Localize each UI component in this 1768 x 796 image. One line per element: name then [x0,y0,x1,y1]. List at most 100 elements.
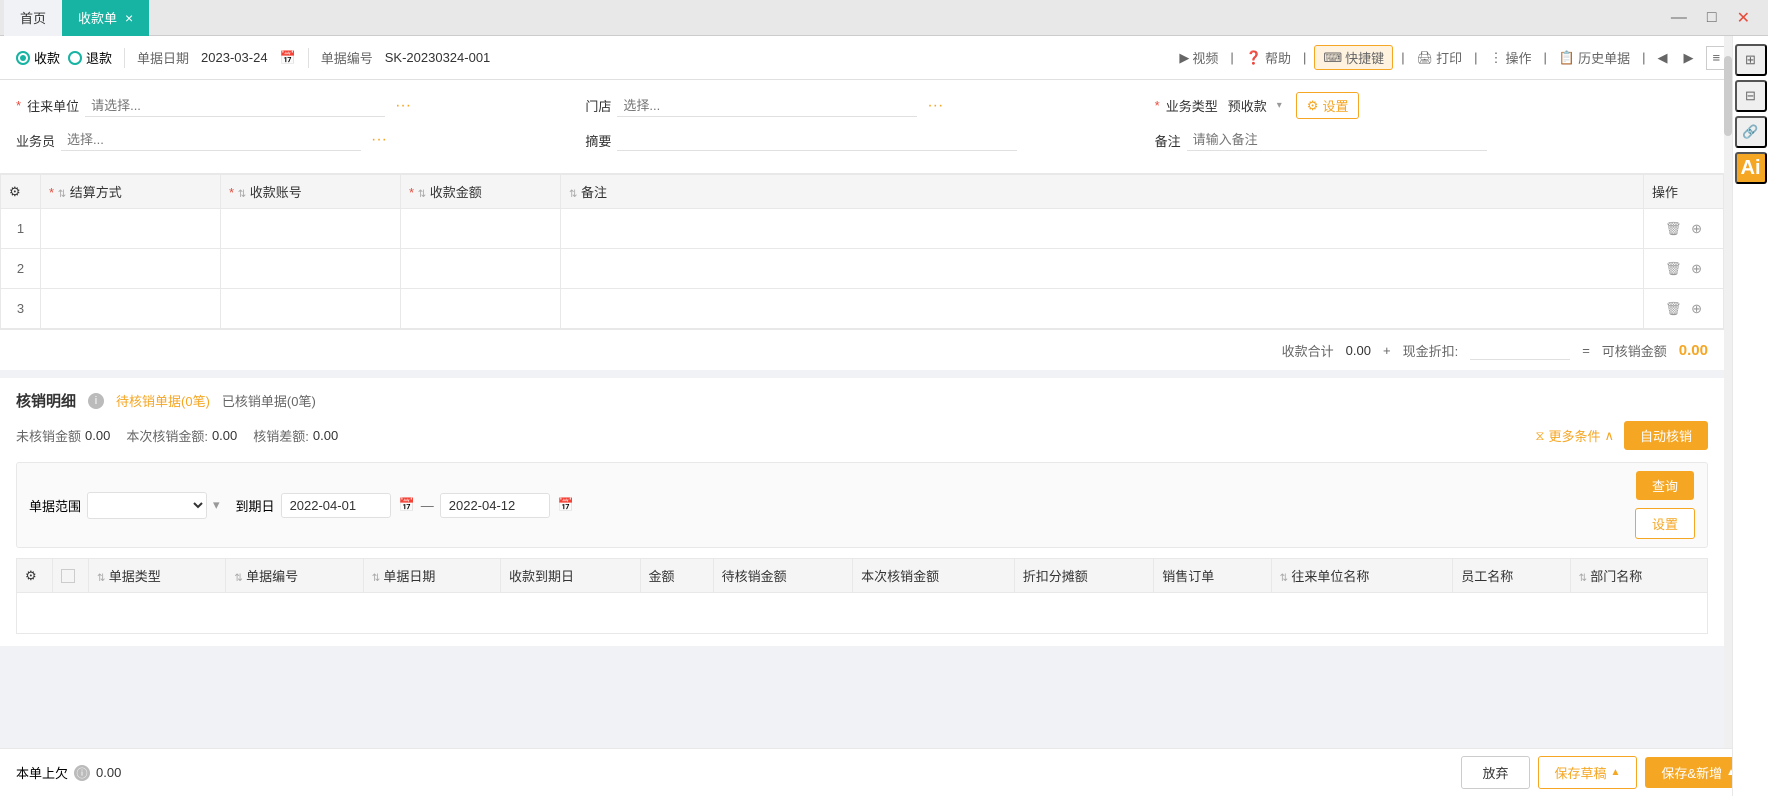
sort-counterparty-icon[interactable]: ⇅ [1280,573,1288,584]
settlement-cell-3[interactable] [41,289,221,329]
date-to-input[interactable] [440,493,550,518]
print-btn[interactable]: 🖨 打印 [1413,46,1467,69]
amount-cell-3[interactable] [401,289,561,329]
auto-reconcile-btn[interactable]: 自动核销 [1624,421,1708,450]
amount-cell-2[interactable] [401,249,561,289]
remark-input-1[interactable] [561,209,1643,248]
account-input-3[interactable] [221,289,400,328]
tab-home[interactable]: 首页 [4,0,62,36]
amount-cell-1[interactable] [401,209,561,249]
close-button[interactable]: ✕ [1731,6,1756,30]
salesperson-input[interactable] [61,129,361,151]
history-btn[interactable]: 📋 历史单据 [1555,46,1634,69]
account-input-2[interactable] [221,249,400,288]
order-info-icon[interactable]: ⓘ [74,765,90,781]
copy-row-1-icon[interactable]: ⊕ [1691,221,1702,236]
radio-shoukuan[interactable]: 收款 [16,48,60,67]
nav-prev-btn[interactable]: ◀ [1654,48,1672,68]
discard-btn[interactable]: 放弃 [1461,756,1529,789]
copy-row-3-icon[interactable]: ⊕ [1691,301,1702,316]
scrollbar-thumb[interactable] [1724,56,1732,136]
amount-input-1[interactable] [401,209,560,248]
remark-input-2[interactable] [561,249,1643,288]
discount-input[interactable] [1470,340,1570,360]
remark-input[interactable] [1187,129,1487,151]
account-cell-2[interactable] [221,249,401,289]
sort-doctype-icon[interactable]: ⇅ [97,573,105,584]
account-cell-1[interactable] [221,209,401,249]
amount-input-3[interactable] [401,289,560,328]
salesperson-more-btn[interactable]: ··· [367,131,391,149]
table-row: 1 🗑 ⊕ [1,209,1724,249]
sort-dept-icon[interactable]: ⇅ [1579,573,1587,584]
delete-row-1-icon[interactable]: 🗑 [1665,221,1682,236]
nav-next-btn[interactable]: ▶ [1680,48,1698,68]
calendar-to-icon[interactable]: 📅 [558,497,574,513]
settlement-input-1[interactable] [41,209,220,248]
sort-settlement-icon[interactable]: ⇅ [58,189,66,200]
action-cell-1: 🗑 ⊕ [1644,209,1724,249]
footer: 本单上欠 ⓘ 0.00 放弃 保存草稿 ▲ 保存&新增 ▲ [0,748,1768,796]
sort-docdate-icon[interactable]: ⇅ [372,573,380,584]
tab-active[interactable]: 收款单 × [62,0,149,36]
counterparty-input[interactable] [85,95,385,117]
scrollbar[interactable] [1724,36,1732,748]
remark-cell-2[interactable] [561,249,1644,289]
radio-tuikuan[interactable]: 退款 [68,48,112,67]
amount-input-2[interactable] [401,249,560,288]
date-from-input[interactable] [281,493,391,518]
minimize-button[interactable]: — [1665,7,1693,29]
abstract-input[interactable] [617,129,1017,151]
sidebar-doc-btn[interactable]: ⊟ [1735,80,1767,112]
reconcile-info-icon[interactable]: i [88,393,104,409]
delete-row-3-icon[interactable]: 🗑 [1665,301,1682,316]
sort-docnum-icon[interactable]: ⇅ [234,573,242,584]
done-tab-link[interactable]: 已核销单据(0笔) [222,391,316,410]
print-label: 打印 [1436,48,1462,67]
sort-amount-icon[interactable]: ⇅ [418,189,426,200]
business-type-dropdown[interactable]: ▾ [1277,100,1282,111]
maximize-button[interactable]: □ [1701,7,1723,29]
account-cell-3[interactable] [221,289,401,329]
draft-btn[interactable]: 保存草稿 ▲ [1538,756,1638,789]
help-btn[interactable]: ❓ 帮助 [1242,46,1295,69]
th-settings[interactable]: ⚙ [1,175,41,209]
sidebar-table-btn[interactable]: ⊞ [1735,44,1767,76]
radio-shoukuan-label: 收款 [34,48,60,67]
sort-remark-icon[interactable]: ⇅ [569,189,577,200]
account-input-1[interactable] [221,209,400,248]
table-settings-icon[interactable]: ⚙ [9,184,21,199]
actions-btn[interactable]: ⋮ 操作 [1486,46,1536,69]
copy-row-2-icon[interactable]: ⊕ [1691,261,1702,276]
settlement-cell-1[interactable] [41,209,221,249]
bottom-settings-icon[interactable]: ⚙ [25,568,37,583]
store-input[interactable] [617,95,917,117]
delete-row-2-icon[interactable]: 🗑 [1665,261,1682,276]
filter-icon: ⧖ [1535,428,1544,444]
calendar-from-icon[interactable]: 📅 [399,497,415,513]
more-filter-btn[interactable]: ⧖ 更多条件 ∧ [1535,426,1614,445]
video-btn[interactable]: ▶ 视频 [1175,46,1222,69]
sidebar-orange-btn[interactable]: Ai [1735,152,1767,184]
settlement-input-2[interactable] [41,249,220,288]
tab-close-button[interactable]: × [125,11,133,25]
range-select[interactable] [87,492,207,519]
query-btn[interactable]: 查询 [1636,471,1694,500]
sidebar-link-btn[interactable]: 🔗 [1735,116,1767,148]
settlement-cell-2[interactable] [41,249,221,289]
remark-input-3[interactable] [561,289,1643,328]
counterparty-more-btn[interactable]: ··· [391,97,415,115]
bth-settings[interactable]: ⚙ [17,559,53,593]
bth-current: 本次核销金额 [853,559,1015,593]
remark-cell-1[interactable] [561,209,1644,249]
calendar-icon[interactable]: 📅 [280,50,296,66]
pending-tab-link[interactable]: 待核销单据(0笔) [116,391,210,410]
store-more-btn[interactable]: ··· [923,97,947,115]
setting-btn[interactable]: ⚙ 设置 [1296,92,1360,119]
filter-setting-btn[interactable]: 设置 [1635,508,1695,539]
shortcut-btn[interactable]: ⌨ 快捷键 [1314,45,1393,70]
settlement-input-3[interactable] [41,289,220,328]
remark-cell-3[interactable] [561,289,1644,329]
select-all-checkbox[interactable] [61,569,75,583]
sort-account-icon[interactable]: ⇅ [238,189,246,200]
